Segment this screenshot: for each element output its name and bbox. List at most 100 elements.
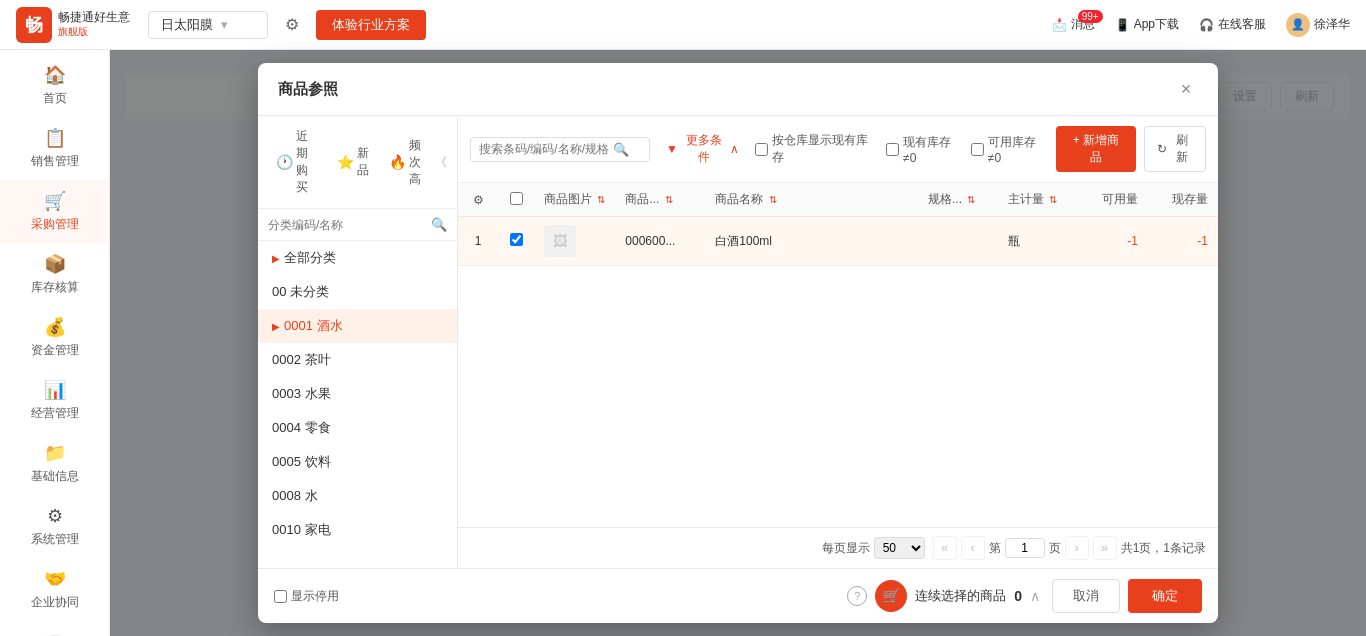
sidebar-item-basic-info[interactable]: 📁 基础信息 <box>0 432 109 495</box>
category-search-icon[interactable]: 🔍 <box>431 217 447 232</box>
th-check[interactable] <box>498 183 534 217</box>
user-avatar[interactable]: 👤 徐泽华 <box>1286 13 1350 37</box>
sidebar-label-inventory: 库存核算 <box>31 279 79 296</box>
sidebar-item-sales[interactable]: 📋 销售管理 <box>0 117 109 180</box>
sidebar-item-home[interactable]: 🏠 首页 <box>0 54 109 117</box>
modal-left-panel: 🕐 近期购买 ⭐ 新品 🔥 频次高 《 <box>258 116 458 568</box>
category-item-0005[interactable]: 0005 饮料 <box>258 445 457 479</box>
sidebar-item-enterprise[interactable]: 🤝 企业协同 <box>0 558 109 621</box>
img-placeholder-icon: 🖼 <box>553 233 567 249</box>
modal-header: 商品参照 × <box>258 63 1218 116</box>
sidebar-label-enterprise: 企业协同 <box>31 594 79 611</box>
tab-freq-label: 频次高 <box>409 137 423 188</box>
exp-btn[interactable]: 体验行业方案 <box>316 10 426 40</box>
page-size-label: 每页显示 <box>822 540 870 557</box>
category-item-0003[interactable]: 0003 水果 <box>258 377 457 411</box>
category-item-0010[interactable]: 0010 家电 <box>258 513 457 547</box>
last-page-btn[interactable]: » <box>1093 536 1117 560</box>
cart-label: 连续选择的商品 <box>915 587 1006 605</box>
category-item-0008[interactable]: 0008 水 <box>258 479 457 513</box>
prev-page-btn[interactable]: ‹ <box>961 536 985 560</box>
category-item-0001[interactable]: ▶ 0001 酒水 <box>258 309 457 343</box>
logo-sub: 旗舰版 <box>58 25 130 39</box>
settings-icon[interactable]: ⚙ <box>276 9 308 41</box>
sidebar-item-system[interactable]: ⚙ 系统管理 <box>0 495 109 558</box>
online-service-btn[interactable]: 🎧 在线客服 <box>1199 16 1266 33</box>
total-info: 共1页，1条记录 <box>1121 540 1206 557</box>
gear-col-icon: ⚙ <box>473 193 484 207</box>
category-item-0002[interactable]: 0002 茶叶 <box>258 343 457 377</box>
expand-icon: ▶ <box>272 321 280 332</box>
tab-recent[interactable]: 🕐 近期购买 <box>268 124 325 200</box>
show-disabled-label[interactable]: 显示停用 <box>274 588 339 605</box>
first-page-btn[interactable]: « <box>933 536 957 560</box>
table: ⚙ 商品图片 ⇅ <box>458 183 1218 266</box>
sidebar-item-operations[interactable]: 📊 经营管理 <box>0 369 109 432</box>
sidebar-item-inventory[interactable]: 📦 库存核算 <box>0 243 109 306</box>
row-index: 1 <box>458 217 498 266</box>
tab-new-label: 新品 <box>357 145 369 179</box>
th-unit[interactable]: 主计量 ⇅ <box>998 183 1068 217</box>
app-download-btn[interactable]: 📱 App下载 <box>1115 16 1179 33</box>
row-checkbox-cell[interactable] <box>498 217 534 266</box>
sort-icon: ⇅ <box>1049 194 1057 205</box>
cart-collapse-icon[interactable]: ∧ <box>1030 588 1040 604</box>
category-item-all[interactable]: ▶ 全部分类 <box>258 241 457 275</box>
checkbox-warehouse[interactable]: 按仓库显示现有库存 <box>755 132 878 166</box>
th-code[interactable]: 商品... ⇅ <box>615 183 705 217</box>
th-img[interactable]: 商品图片 ⇅ <box>534 183 615 217</box>
row-avail: -1 <box>1068 217 1148 266</box>
th-gear[interactable]: ⚙ <box>458 183 498 217</box>
navbar-right: 📩 消息 99+ 📱 App下载 🎧 在线客服 👤 徐泽华 <box>1052 13 1350 37</box>
recent-icon: 🕐 <box>276 154 293 170</box>
select-all-checkbox[interactable] <box>510 192 523 205</box>
messages-btn[interactable]: 📩 消息 99+ <box>1052 16 1095 33</box>
pagination: « ‹ 第 页 › » 共1页，1条记录 <box>933 536 1206 560</box>
tab-freq[interactable]: 🔥 频次高 <box>381 124 431 200</box>
checkbox-avail-input[interactable] <box>971 143 984 156</box>
help-icon[interactable]: ? <box>847 586 867 606</box>
product-search-bar: 🔍 <box>470 137 650 162</box>
dropdown-arrow-icon: ▾ <box>221 17 228 32</box>
tab-new[interactable]: ⭐ 新品 <box>329 124 377 200</box>
next-page-btn[interactable]: › <box>1065 536 1089 560</box>
refresh-btn[interactable]: ↻ 刷新 <box>1144 126 1206 172</box>
sidebar: 🏠 首页 📋 销售管理 🛒 采购管理 📦 库存核算 💰 资金管理 📊 经营管理 … <box>0 50 110 636</box>
cancel-btn[interactable]: 取消 <box>1052 579 1120 613</box>
category-item-00[interactable]: 00 未分类 <box>258 275 457 309</box>
sidebar-item-purchase[interactable]: 🛒 采购管理 <box>0 180 109 243</box>
product-thumbnail: 🖼 <box>544 225 576 257</box>
add-product-btn[interactable]: + 新增商品 <box>1056 126 1137 172</box>
modal-close-btn[interactable]: × <box>1174 77 1198 101</box>
sidebar-label-home: 首页 <box>43 90 67 107</box>
app-icon: 📱 <box>1115 18 1130 32</box>
row-checkbox[interactable] <box>510 233 523 246</box>
product-search-input[interactable] <box>479 142 609 156</box>
th-name[interactable]: 商品名称 ⇅ <box>705 183 918 217</box>
page-number-input[interactable] <box>1005 538 1045 558</box>
product-reference-modal: 商品参照 × 🕐 近期购买 ⭐ 新 <box>258 63 1218 623</box>
modal-right-panel: 🔍 ▼ 更多条件 ∧ 按仓库显示现有库存 <box>458 116 1218 568</box>
search-icon[interactable]: 🔍 <box>613 142 629 157</box>
cart-icon[interactable]: 🛒 <box>875 580 907 612</box>
collapse-left-btn[interactable]: 《 <box>435 152 447 172</box>
checkbox-warehouse-input[interactable] <box>755 143 768 156</box>
confirm-btn[interactable]: 确定 <box>1128 579 1202 613</box>
checkbox-avail-nonzero[interactable]: 可用库存≠0 <box>971 134 1048 165</box>
checkbox-stock-input[interactable] <box>886 143 899 156</box>
show-disabled-checkbox[interactable] <box>274 590 287 603</box>
sort-icon: ⇅ <box>665 194 673 205</box>
th-name-label: 商品名称 <box>715 192 763 206</box>
category-search-input[interactable] <box>268 218 431 232</box>
th-spec[interactable]: 规格... ⇅ <box>918 183 998 217</box>
page-size-dropdown[interactable]: 50 10 20 100 <box>874 537 925 559</box>
category-item-0004[interactable]: 0004 零食 <box>258 411 457 445</box>
sidebar-item-guide[interactable]: 📖 新手引导 <box>0 621 109 636</box>
checkbox-stock-nonzero[interactable]: 现有库存≠0 <box>886 134 963 165</box>
sidebar-item-finance[interactable]: 💰 资金管理 <box>0 306 109 369</box>
filter-btn[interactable]: ▼ 更多条件 ∧ <box>658 128 747 170</box>
app-label: App下载 <box>1134 16 1179 33</box>
table-row[interactable]: 1 🖼 <box>458 217 1218 266</box>
store-selector[interactable]: 日太阳膜 ▾ <box>148 11 268 39</box>
row-name: 白酒100ml <box>705 217 918 266</box>
